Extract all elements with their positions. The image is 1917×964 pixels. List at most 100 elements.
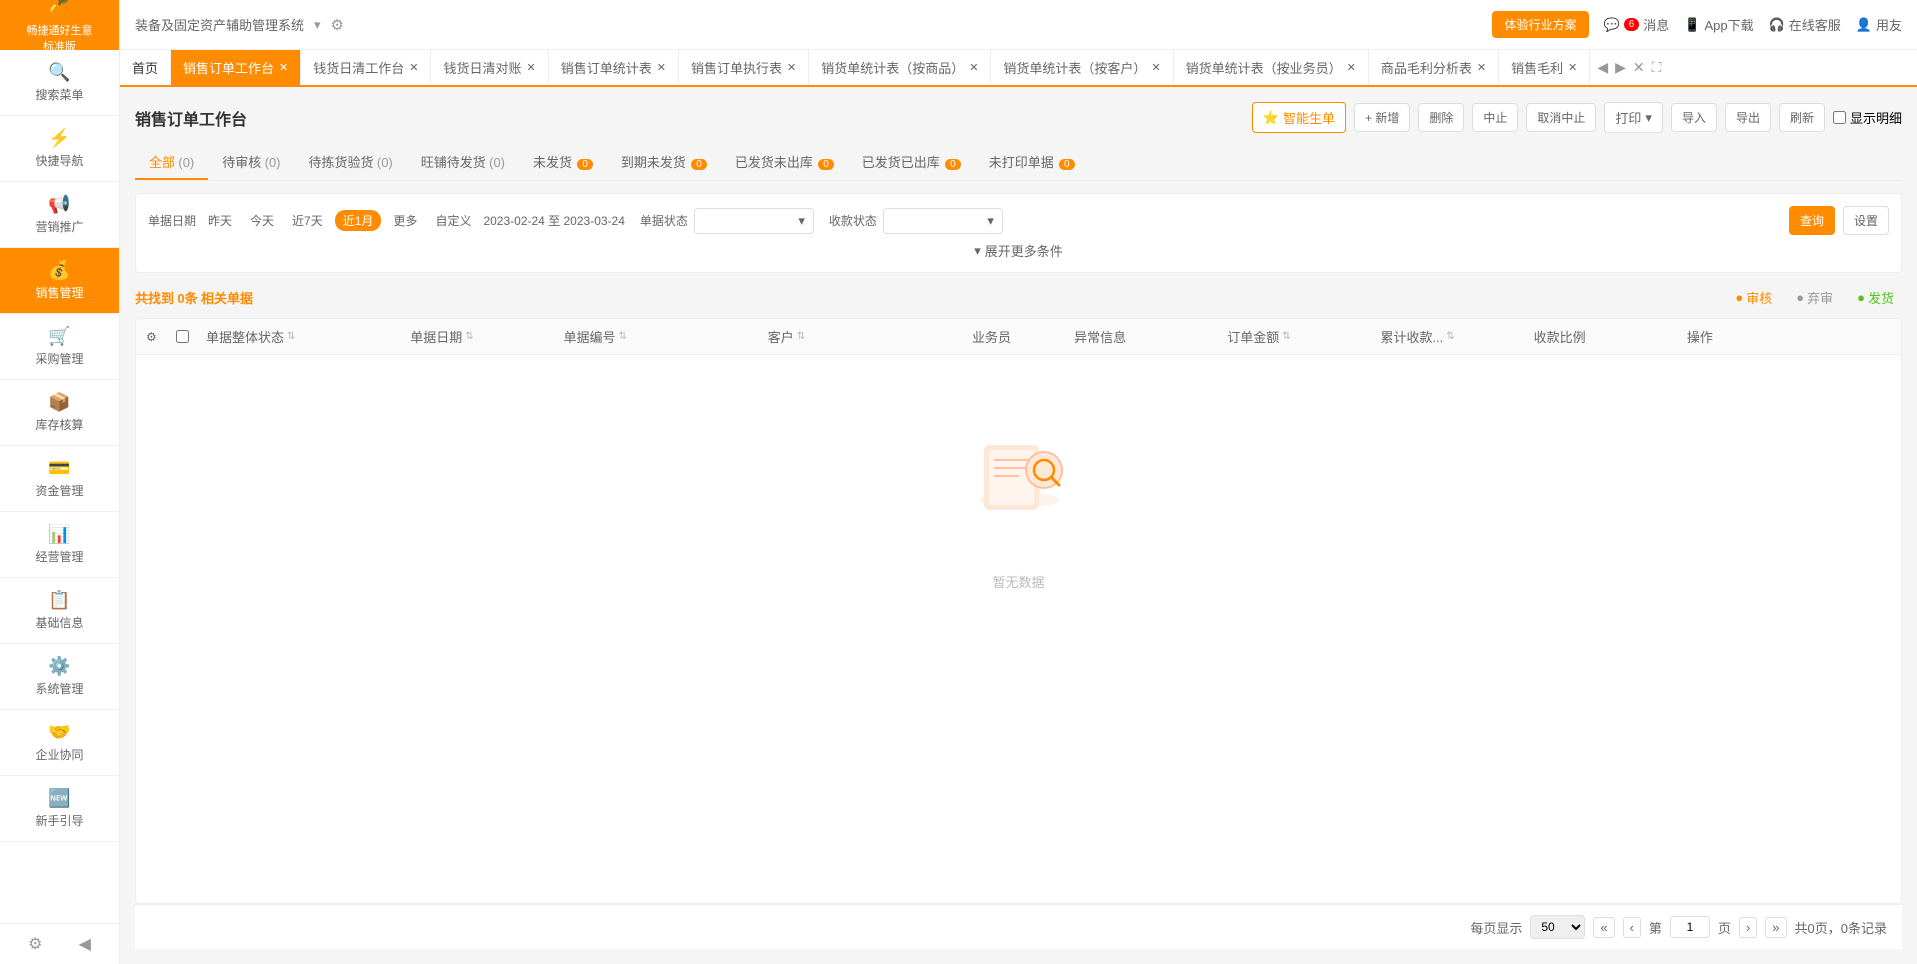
status-select[interactable]: ▾ (694, 208, 814, 234)
cancel-pause-btn[interactable]: 取消中止 (1526, 103, 1596, 132)
sidebar-item-system[interactable]: ⚙️ 系统管理 (0, 644, 119, 710)
th-staff: 业务员 (972, 327, 1074, 346)
last-page-btn[interactable]: » (1765, 917, 1786, 938)
filter-tab-shipped-out[interactable]: 已发货已出库 0 (848, 145, 975, 180)
tab-home[interactable]: 首页 (120, 50, 171, 85)
online-service-btn[interactable]: 🎧 在线客服 (1769, 15, 1841, 34)
tab-cash-daily[interactable]: 钱货日清工作台 ✕ (301, 50, 431, 85)
sidebar-item-purchase[interactable]: 🛒 采购管理 (0, 314, 119, 380)
sidebar-item-inventory[interactable]: 📦 库存核算 (0, 380, 119, 446)
tab-sales-stat-customer[interactable]: 销货单统计表（按客户） ✕ (991, 50, 1173, 85)
date-opt-more[interactable]: 更多 (387, 210, 423, 231)
refresh-btn[interactable]: 刷新 (1779, 103, 1825, 132)
tab-sales-stats[interactable]: 销售订单统计表 ✕ (549, 50, 679, 85)
tab-fullscreen-btn[interactable]: ⛶ (1650, 57, 1664, 78)
tab-sales-stat-staff[interactable]: 销货单统计表（按业务员） ✕ (1174, 50, 1369, 85)
payment-select[interactable]: ▾ (883, 208, 1003, 234)
date-opt-today[interactable]: 今天 (244, 210, 280, 231)
tab-close-sales-stat-customer[interactable]: ✕ (1151, 61, 1160, 74)
th-abnormal: 异常信息 (1074, 327, 1227, 346)
date-filter-label: 单据日期 (148, 212, 196, 229)
print-btn[interactable]: 打印 ▾ (1604, 102, 1663, 133)
collapse-btn[interactable]: ◀ (79, 934, 91, 954)
next-page-btn[interactable]: › (1739, 917, 1757, 938)
sidebar-item-enterprise[interactable]: 🤝 企业协同 (0, 710, 119, 776)
filter-tab-pending-review[interactable]: 待审核 (0) (208, 145, 294, 180)
message-btn[interactable]: 💬 6 消息 (1604, 15, 1670, 34)
show-detail-checkbox[interactable] (1833, 111, 1846, 124)
search-btn[interactable]: 查询 (1789, 206, 1835, 235)
sidebar-item-sales[interactable]: 💰 销售管理 (0, 248, 119, 314)
review-btn[interactable]: ● 审核 (1727, 285, 1780, 310)
filter-tab-not-shipped[interactable]: 未发货 0 (519, 145, 607, 180)
th-checkbox[interactable] (176, 330, 206, 343)
user-btn[interactable]: 👤 用友 (1856, 15, 1902, 34)
tab-product-profit[interactable]: 商品毛利分析表 ✕ (1369, 50, 1499, 85)
tab-sales-order[interactable]: 销售订单工作台 ✕ (171, 50, 301, 85)
th-date-sort[interactable]: ⇅ (465, 331, 473, 342)
select-all-checkbox[interactable] (176, 330, 189, 343)
delete-btn[interactable]: 删除 (1418, 103, 1464, 132)
tab-close-sales-stat-product[interactable]: ✕ (969, 61, 978, 74)
sidebar-item-marketing[interactable]: 📢 营销推广 (0, 182, 119, 248)
filter-tab-not-shipped-label: 未发货 (533, 155, 572, 170)
page-size-select[interactable]: 10 20 50 100 (1530, 915, 1585, 939)
tab-prev-btn[interactable]: ◀ (1595, 57, 1610, 78)
tab-cash-reconcile[interactable]: 钱货日清对账 ✕ (431, 50, 548, 85)
tab-close-product-profit[interactable]: ✕ (1477, 61, 1486, 74)
tab-close-sales-profit[interactable]: ✕ (1568, 61, 1577, 74)
export-btn[interactable]: 导出 (1725, 103, 1771, 132)
date-opt-1month[interactable]: 近1月 (335, 210, 382, 231)
import-btn[interactable]: 导入 (1671, 103, 1717, 132)
filter-tab-overdue[interactable]: 到期未发货 0 (607, 145, 721, 180)
trial-button[interactable]: 体验行业方案 (1492, 11, 1588, 38)
ship-btn[interactable]: ● 发货 (1849, 285, 1902, 310)
th-collected-sort[interactable]: ⇅ (1446, 331, 1454, 342)
add-btn[interactable]: + 新增 (1354, 103, 1410, 132)
smart-generate-btn[interactable]: ⭐ 智能生单 (1252, 102, 1346, 133)
expand-more-btn[interactable]: ▾ 展开更多条件 (148, 241, 1889, 260)
th-customer-sort[interactable]: ⇅ (797, 331, 805, 342)
app-download-btn[interactable]: 📱 App下载 (1684, 15, 1753, 34)
sidebar-item-quick-nav[interactable]: ⚡ 快捷导航 (0, 116, 119, 182)
tab-sales-execute[interactable]: 销售订单执行表 ✕ (679, 50, 809, 85)
pause-btn[interactable]: 中止 (1472, 103, 1518, 132)
tab-close-all-btn[interactable]: ✕ (1631, 57, 1647, 78)
settings-icon[interactable]: ⚙ (331, 16, 344, 34)
sidebar-item-search[interactable]: 🔍 搜索菜单 (0, 50, 119, 116)
tab-sales-profit[interactable]: 销售毛利 ✕ (1499, 50, 1590, 85)
cancel-review-btn[interactable]: ● 弃审 (1788, 285, 1841, 310)
tab-close-sales-order[interactable]: ✕ (279, 61, 288, 74)
filter-tab-shipped-not-out[interactable]: 已发货未出库 0 (721, 145, 848, 180)
sidebar-item-basic-info[interactable]: 📋 基础信息 (0, 578, 119, 644)
settings-footer-btn[interactable]: ⚙ (28, 934, 42, 954)
tab-next-btn[interactable]: ▶ (1613, 57, 1628, 78)
tab-close-sales-execute[interactable]: ✕ (787, 61, 796, 74)
sidebar-item-finance[interactable]: 💳 资金管理 (0, 446, 119, 512)
tab-close-cash-reconcile[interactable]: ✕ (527, 61, 536, 74)
dropdown-icon[interactable]: ▾ (314, 17, 321, 33)
tab-sales-stat-product[interactable]: 销货单统计表（按商品） ✕ (809, 50, 991, 85)
tab-close-sales-stats[interactable]: ✕ (657, 61, 666, 74)
filter-tab-all[interactable]: 全部 (0) (135, 145, 208, 180)
th-no-sort[interactable]: ⇅ (618, 331, 626, 342)
filter-tab-not-printed[interactable]: 未打印单据 0 (975, 145, 1089, 180)
filter-tab-not-shipped-badge: 0 (577, 159, 593, 170)
show-detail-label[interactable]: 显示明细 (1833, 108, 1902, 127)
settings-filter-btn[interactable]: 设置 (1843, 206, 1889, 235)
filter-tab-wangpu[interactable]: 旺铺待发货 (0) (407, 145, 519, 180)
filter-tab-pending-inspect[interactable]: 待拣货验货 (0) (295, 145, 407, 180)
tab-close-cash-daily[interactable]: ✕ (409, 61, 418, 74)
first-page-btn[interactable]: « (1593, 917, 1614, 938)
tab-close-sales-stat-staff[interactable]: ✕ (1347, 61, 1356, 74)
sidebar-item-operations[interactable]: 📊 经营管理 (0, 512, 119, 578)
page-input[interactable] (1670, 916, 1710, 938)
th-status-sort[interactable]: ⇅ (287, 331, 295, 342)
date-opt-7days[interactable]: 近7天 (286, 210, 329, 231)
sidebar-item-guide[interactable]: 🆕 新手引导 (0, 776, 119, 842)
date-opt-custom[interactable]: 自定义 (429, 210, 477, 231)
th-settings[interactable]: ⚙ (146, 330, 176, 344)
date-opt-yesterday[interactable]: 昨天 (202, 210, 238, 231)
th-amount-sort[interactable]: ⇅ (1282, 331, 1290, 342)
prev-page-btn[interactable]: ‹ (1623, 917, 1641, 938)
